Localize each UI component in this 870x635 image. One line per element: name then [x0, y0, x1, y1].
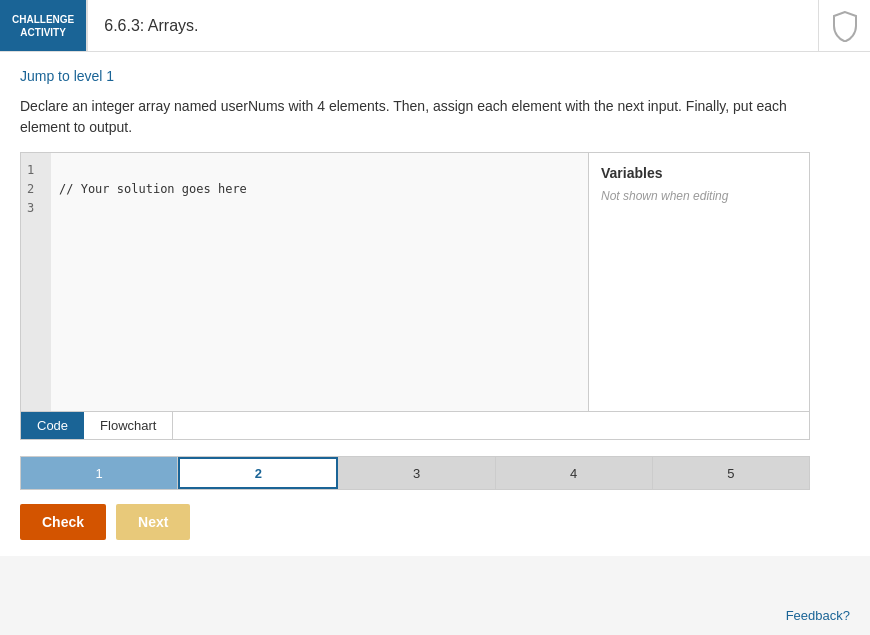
header: CHALLENGE ACTIVITY 6.6.3: Arrays.	[0, 0, 870, 52]
main-content: Jump to level 1 Declare an integer array…	[0, 52, 870, 556]
challenge-description: Declare an integer array named userNums …	[20, 96, 810, 138]
code-editor[interactable]: 1 2 3 // Your solution goes here	[21, 153, 589, 411]
progress-1[interactable]: 1	[21, 457, 178, 489]
progress-4[interactable]: 4	[496, 457, 653, 489]
progress-bar: 1 2 3 4 5	[20, 456, 810, 490]
header-shield-icon	[818, 0, 870, 51]
code-content[interactable]: // Your solution goes here	[51, 153, 255, 411]
code-section: 1 2 3 // Your solution goes here Variabl…	[20, 152, 810, 412]
action-buttons: Check Next	[20, 504, 810, 540]
page-title: 6.6.3: Arrays.	[86, 0, 818, 51]
next-button[interactable]: Next	[116, 504, 190, 540]
tab-flowchart[interactable]: Flowchart	[84, 412, 173, 439]
challenge-activity-badge: CHALLENGE ACTIVITY	[0, 0, 86, 51]
progress-2[interactable]: 2	[178, 457, 338, 489]
tab-code[interactable]: Code	[21, 412, 84, 439]
progress-5[interactable]: 5	[653, 457, 809, 489]
jump-to-level-link[interactable]: Jump to level 1	[20, 68, 114, 84]
check-button[interactable]: Check	[20, 504, 106, 540]
feedback-link[interactable]: Feedback?	[786, 608, 850, 623]
tabs-bar: Code Flowchart	[20, 412, 810, 440]
line-numbers: 1 2 3	[21, 153, 51, 411]
variables-panel: Variables Not shown when editing	[589, 153, 809, 411]
variables-title: Variables	[601, 165, 797, 181]
variables-note: Not shown when editing	[601, 189, 797, 203]
progress-3[interactable]: 3	[338, 457, 495, 489]
